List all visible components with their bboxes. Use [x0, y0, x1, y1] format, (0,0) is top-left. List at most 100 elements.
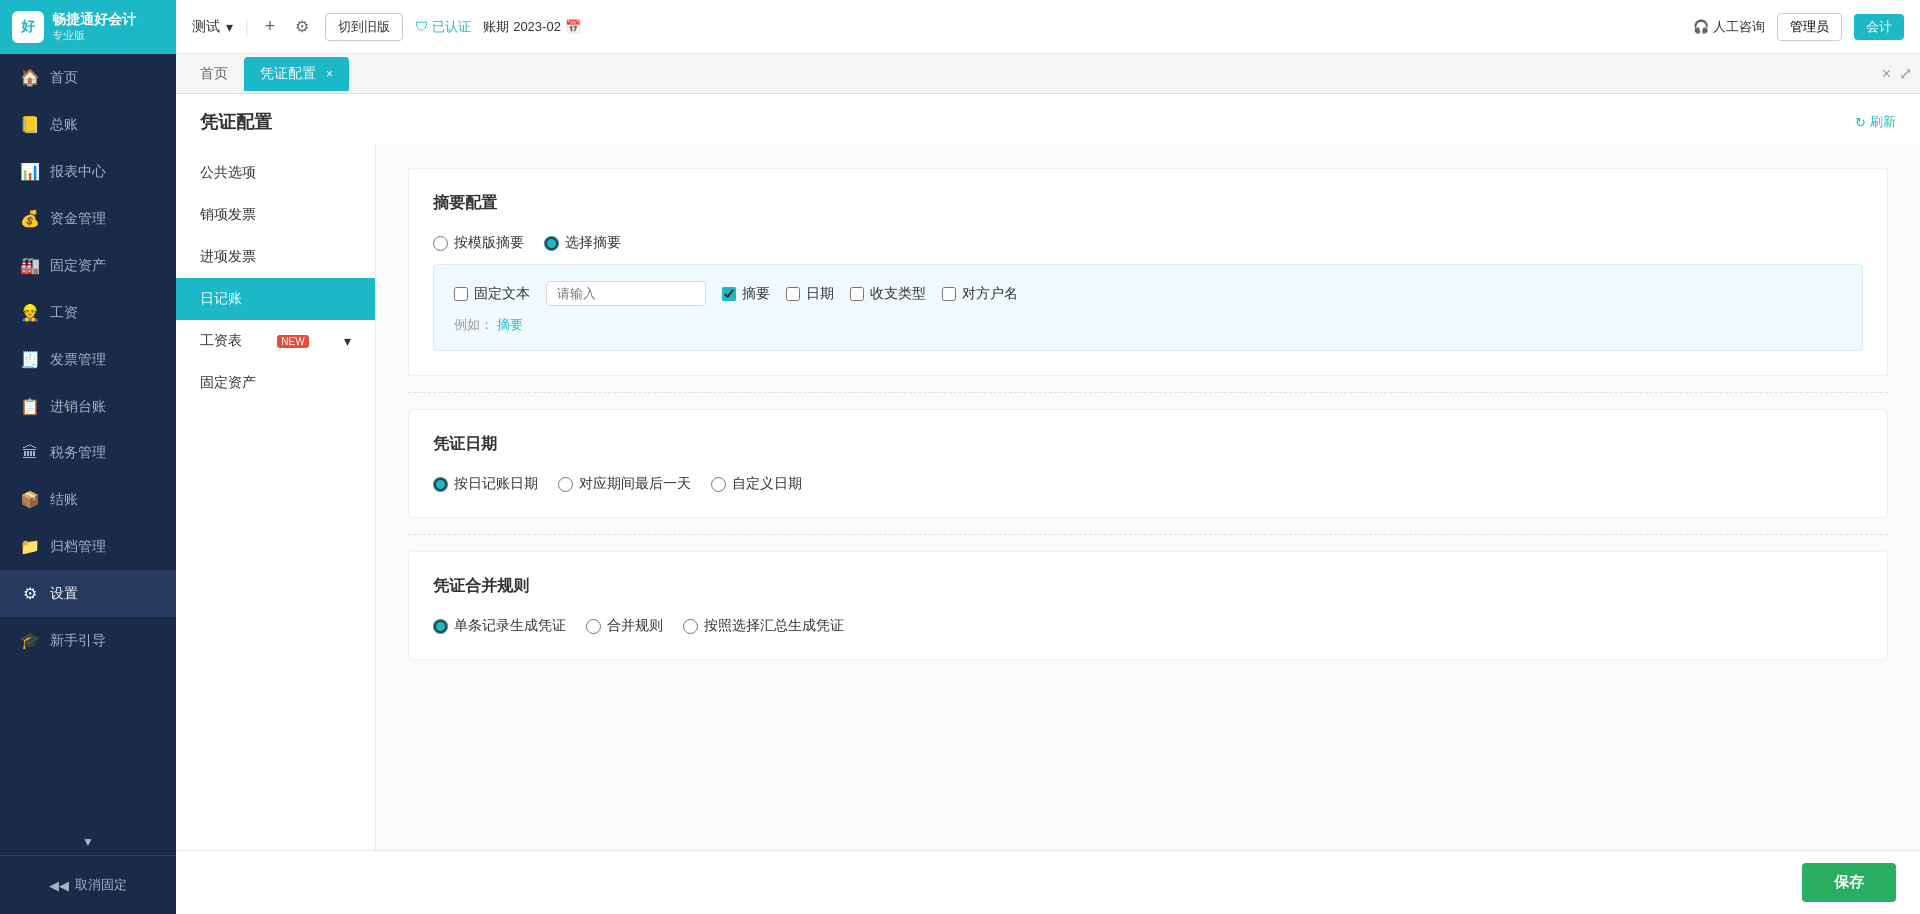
sidebar-item-settings[interactable]: ⚙ 设置 — [0, 570, 176, 617]
content-area: 凭证配置 ↻ 刷新 公共选项 销项发票 进项发票 — [176, 94, 1920, 914]
sidebar-label-fixed-assets: 固定资产 — [50, 257, 106, 275]
checkbox-counterpart[interactable]: 对方户名 — [942, 285, 1018, 303]
manager-btn[interactable]: 管理员 — [1777, 13, 1842, 41]
checkbox-fixed-text-input[interactable] — [454, 287, 468, 301]
sidebar-item-invoices[interactable]: 🧾 发票管理 — [0, 336, 176, 383]
certified-status: 🛡 已认证 — [415, 18, 471, 36]
sidebar-label-settings: 设置 — [50, 585, 78, 603]
calendar-icon[interactable]: 📅 — [565, 19, 581, 34]
topbar: 测试 ▾ | + ⚙ 切到旧版 🛡 已认证 账期 2023-02 📅 🎧 人工咨… — [176, 0, 1920, 54]
nav-item-sales-invoice[interactable]: 销项发票 — [176, 194, 375, 236]
shield-icon: 🛡 — [415, 19, 428, 34]
checkbox-payment-type[interactable]: 收支类型 — [850, 285, 926, 303]
project-name: 测试 — [192, 18, 220, 36]
sidebar-item-home[interactable]: 🏠 首页 — [0, 54, 176, 101]
refresh-label: 刷新 — [1870, 113, 1896, 131]
fixed-text-input[interactable] — [546, 281, 706, 306]
tab-bar-expand-btn[interactable]: ⤢ — [1899, 64, 1912, 83]
sidebar-item-ledger[interactable]: 📒 总账 — [0, 101, 176, 148]
page-title: 凭证配置 — [200, 110, 272, 134]
tab-bar-close-btn[interactable]: × — [1882, 65, 1891, 83]
sidebar-item-purchase-sales[interactable]: 📋 进销台账 — [0, 383, 176, 430]
right-content: 摘要配置 按模版摘要 选择摘要 — [376, 144, 1920, 850]
tab-home[interactable]: 首页 — [184, 57, 244, 91]
add-project-btn[interactable]: + — [261, 12, 280, 41]
radio-custom-date[interactable]: 自定义日期 — [711, 475, 802, 493]
checkbox-summary[interactable]: 摘要 — [722, 285, 770, 303]
checkbox-summary-label: 摘要 — [742, 285, 770, 303]
radio-select-summary[interactable]: 选择摘要 — [544, 234, 621, 252]
app-edition: 专业版 — [52, 28, 136, 43]
sidebar-item-reports[interactable]: 📊 报表中心 — [0, 148, 176, 195]
nav-item-payroll-table[interactable]: 工资表 NEW ▾ — [176, 320, 375, 362]
sidebar-item-archive[interactable]: 📁 归档管理 — [0, 523, 176, 570]
checkbox-payment-type-input[interactable] — [850, 287, 864, 301]
page-wrapper: 凭证配置 ↻ 刷新 公共选项 销项发票 进项发票 — [176, 94, 1920, 914]
topbar-settings-btn[interactable]: ⚙ — [291, 13, 313, 40]
radio-journal-date[interactable]: 按日记账日期 — [433, 475, 538, 493]
sidebar-item-fixed-assets[interactable]: 🏭 固定资产 — [0, 242, 176, 289]
radio-journal-date-input[interactable] — [433, 477, 448, 492]
purchase-sales-icon: 📋 — [20, 397, 40, 416]
checkbox-date-input[interactable] — [786, 287, 800, 301]
payroll-icon: 👷 — [20, 303, 40, 322]
cancel-fixed-btn[interactable]: ◀◀ 取消固定 — [0, 866, 176, 904]
nav-label-fixed-assets-config: 固定资产 — [200, 374, 256, 390]
sidebar-label-tax: 税务管理 — [50, 444, 106, 462]
tab-voucher-config[interactable]: 凭证配置 × — [244, 57, 349, 91]
radio-by-select-input[interactable] — [683, 619, 698, 634]
radio-last-day[interactable]: 对应期间最后一天 — [558, 475, 691, 493]
nav-item-public[interactable]: 公共选项 — [176, 152, 375, 194]
checkbox-date[interactable]: 日期 — [786, 285, 834, 303]
sidebar-scroll-down-btn[interactable]: ▼ — [0, 829, 176, 855]
tab-close-icon[interactable]: × — [326, 67, 333, 81]
refresh-btn[interactable]: ↻ 刷新 — [1855, 113, 1896, 131]
radio-select-summary-label: 选择摘要 — [565, 234, 621, 252]
new-badge: NEW — [277, 335, 308, 348]
app-name: 畅捷通好会计 — [52, 11, 136, 28]
inner-layout: 公共选项 销项发票 进项发票 日记账 工资表 NEW — [176, 144, 1920, 850]
radio-single-record-input[interactable] — [433, 619, 448, 634]
merge-title: 凭证合并规则 — [433, 576, 1863, 597]
radio-template-summary[interactable]: 按模版摘要 — [433, 234, 524, 252]
nav-item-fixed-assets-config[interactable]: 固定资产 — [176, 362, 375, 404]
radio-merge-rule-input[interactable] — [586, 619, 601, 634]
radio-last-day-input[interactable] — [558, 477, 573, 492]
role-btn[interactable]: 会计 — [1854, 14, 1904, 40]
refresh-icon: ↻ — [1855, 115, 1866, 130]
sidebar-label-purchase-sales: 进销台账 — [50, 398, 106, 416]
nav-label-public: 公共选项 — [200, 164, 256, 180]
checkbox-summary-input[interactable] — [722, 287, 736, 301]
radio-merge-rule[interactable]: 合并规则 — [586, 617, 663, 635]
radio-template-summary-input[interactable] — [433, 236, 448, 251]
bottom-bar: 保存 — [176, 850, 1920, 914]
home-icon: 🏠 — [20, 68, 40, 87]
checkbox-fixed-text-label: 固定文本 — [474, 285, 530, 303]
radio-custom-date-input[interactable] — [711, 477, 726, 492]
nav-item-purchase-invoice[interactable]: 进项发票 — [176, 236, 375, 278]
sidebar-item-funds[interactable]: 💰 资金管理 — [0, 195, 176, 242]
save-button[interactable]: 保存 — [1802, 863, 1896, 902]
sidebar-label-reports: 报表中心 — [50, 163, 106, 181]
merge-radio-group: 单条记录生成凭证 合并规则 按照选择汇总生成凭证 — [433, 617, 1863, 635]
radio-custom-date-label: 自定义日期 — [732, 475, 802, 493]
consult-btn[interactable]: 🎧 人工咨询 — [1693, 18, 1765, 36]
main-area: 测试 ▾ | + ⚙ 切到旧版 🛡 已认证 账期 2023-02 📅 🎧 人工咨… — [176, 0, 1920, 914]
radio-single-record[interactable]: 单条记录生成凭证 — [433, 617, 566, 635]
sidebar-label-guide: 新手引导 — [50, 632, 106, 650]
sidebar-item-payroll[interactable]: 👷 工资 — [0, 289, 176, 336]
radio-select-summary-input[interactable] — [544, 236, 559, 251]
checkbox-fixed-text[interactable]: 固定文本 — [454, 285, 530, 303]
sidebar-item-tax[interactable]: 🏛 税务管理 — [0, 430, 176, 476]
sidebar-item-close[interactable]: 📦 结账 — [0, 476, 176, 523]
old-version-btn[interactable]: 切到旧版 — [325, 13, 403, 41]
merge-section: 凭证合并规则 单条记录生成凭证 合并规则 — [408, 551, 1888, 660]
fixed-assets-icon: 🏭 — [20, 256, 40, 275]
nav-item-journal[interactable]: 日记账 — [176, 278, 375, 320]
sidebar-item-guide[interactable]: 🎓 新手引导 — [0, 617, 176, 664]
checkbox-payment-type-label: 收支类型 — [870, 285, 926, 303]
checkbox-counterpart-input[interactable] — [942, 287, 956, 301]
radio-journal-date-label: 按日记账日期 — [454, 475, 538, 493]
project-selector[interactable]: 测试 ▾ — [192, 18, 233, 36]
radio-by-select[interactable]: 按照选择汇总生成凭证 — [683, 617, 844, 635]
